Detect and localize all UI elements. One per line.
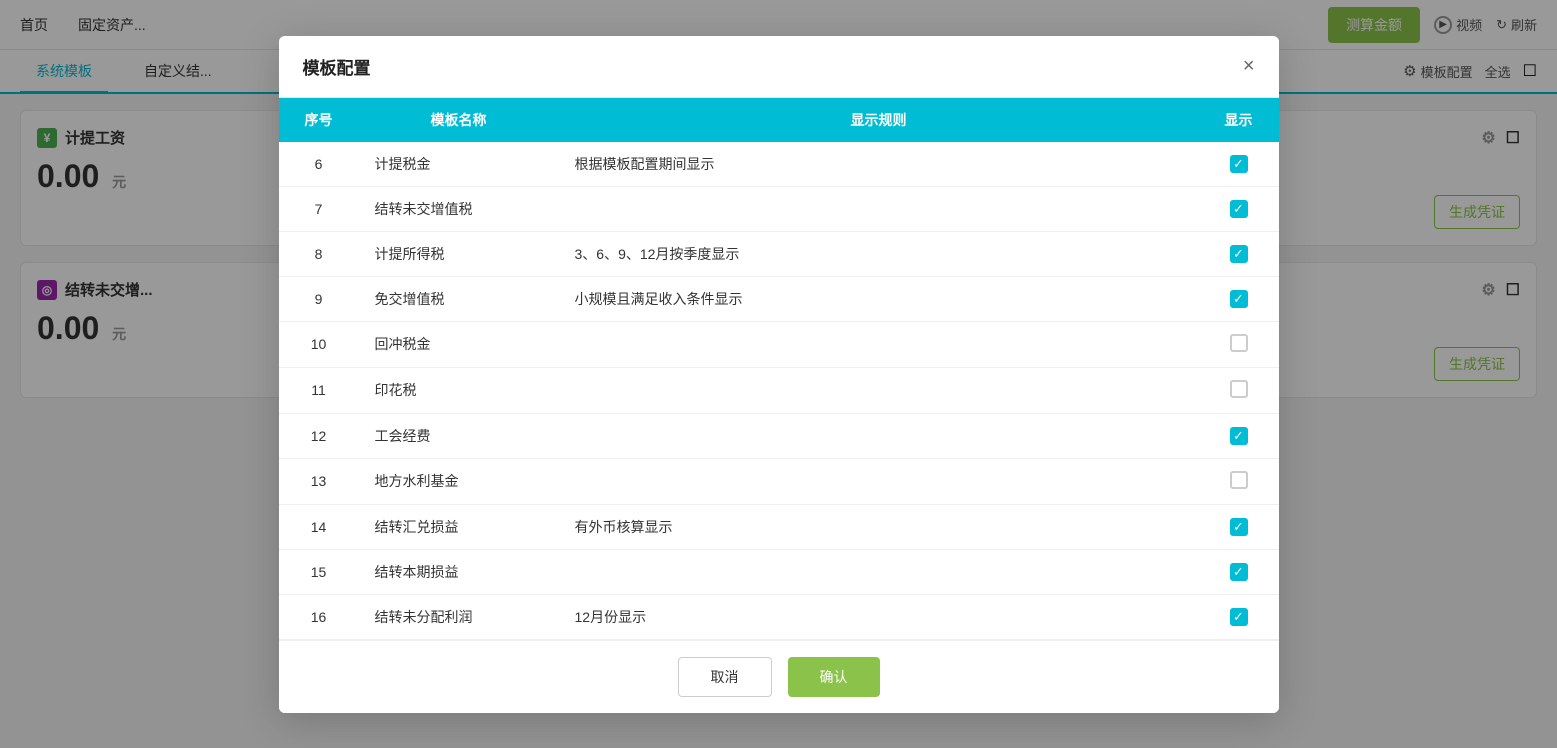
table-row: 13地方水利基金 — [279, 458, 1279, 504]
table-row: 6计提税金根据模板配置期间显示 — [279, 142, 1279, 187]
cell-no: 14 — [279, 504, 359, 549]
table-row: 7结转未交增值税 — [279, 186, 1279, 231]
cell-name: 回冲税金 — [359, 321, 559, 367]
row-checkbox[interactable] — [1230, 471, 1248, 489]
row-checkbox[interactable] — [1230, 290, 1248, 308]
cell-name: 计提税金 — [359, 142, 559, 187]
cell-no: 9 — [279, 276, 359, 321]
cell-checkbox — [1199, 458, 1279, 504]
col-header-rule: 显示规则 — [559, 98, 1199, 142]
col-header-name: 模板名称 — [359, 98, 559, 142]
cell-rule — [559, 413, 1199, 458]
cell-rule — [559, 321, 1199, 367]
cell-name: 工会经费 — [359, 413, 559, 458]
modal-title: 模板配置 — [303, 54, 371, 79]
config-table: 序号 模板名称 显示规则 显示 6计提税金根据模板配置期间显示7结转未交增值税8… — [279, 98, 1279, 640]
cell-checkbox — [1199, 276, 1279, 321]
cell-checkbox — [1199, 413, 1279, 458]
table-row: 10回冲税金 — [279, 321, 1279, 367]
cell-no: 12 — [279, 413, 359, 458]
row-checkbox[interactable] — [1230, 334, 1248, 352]
cell-rule: 根据模板配置期间显示 — [559, 142, 1199, 187]
cell-no: 16 — [279, 594, 359, 639]
modal-close-button[interactable]: × — [1243, 56, 1255, 76]
cell-rule — [559, 367, 1199, 413]
col-header-no: 序号 — [279, 98, 359, 142]
cell-no: 10 — [279, 321, 359, 367]
table-row: 15结转本期损益 — [279, 549, 1279, 594]
row-checkbox[interactable] — [1230, 380, 1248, 398]
row-checkbox[interactable] — [1230, 608, 1248, 626]
cell-no: 13 — [279, 458, 359, 504]
cell-checkbox — [1199, 549, 1279, 594]
cell-checkbox — [1199, 231, 1279, 276]
table-row: 16结转未分配利润12月份显示 — [279, 594, 1279, 639]
table-row: 11印花税 — [279, 367, 1279, 413]
cell-rule — [559, 458, 1199, 504]
col-header-display: 显示 — [1199, 98, 1279, 142]
cell-name: 结转未交增值税 — [359, 186, 559, 231]
cell-rule: 小规模且满足收入条件显示 — [559, 276, 1199, 321]
template-config-modal: 模板配置 × 序号 模板名称 显示规则 显示 6计提税金根据模板配置期间显示7结… — [279, 36, 1279, 713]
cell-checkbox — [1199, 321, 1279, 367]
cell-name: 结转本期损益 — [359, 549, 559, 594]
modal-overlay: 模板配置 × 序号 模板名称 显示规则 显示 6计提税金根据模板配置期间显示7结… — [0, 0, 1557, 748]
modal-footer: 取消 确认 — [279, 640, 1279, 713]
cell-rule — [559, 549, 1199, 594]
cell-no: 6 — [279, 142, 359, 187]
cell-name: 地方水利基金 — [359, 458, 559, 504]
cell-name: 计提所得税 — [359, 231, 559, 276]
table-header: 序号 模板名称 显示规则 显示 — [279, 98, 1279, 142]
cell-checkbox — [1199, 186, 1279, 231]
modal-body[interactable]: 序号 模板名称 显示规则 显示 6计提税金根据模板配置期间显示7结转未交增值税8… — [279, 98, 1279, 640]
modal-header: 模板配置 × — [279, 36, 1279, 98]
cell-checkbox — [1199, 142, 1279, 187]
cell-rule — [559, 186, 1199, 231]
cell-checkbox — [1199, 594, 1279, 639]
cell-checkbox — [1199, 367, 1279, 413]
cell-no: 15 — [279, 549, 359, 594]
cell-rule: 12月份显示 — [559, 594, 1199, 639]
table-row: 8计提所得税3、6、9、12月按季度显示 — [279, 231, 1279, 276]
cell-name: 印花税 — [359, 367, 559, 413]
cell-name: 结转未分配利润 — [359, 594, 559, 639]
row-checkbox[interactable] — [1230, 518, 1248, 536]
table-row: 14结转汇兑损益有外币核算显示 — [279, 504, 1279, 549]
confirm-button[interactable]: 确认 — [788, 657, 880, 697]
row-checkbox[interactable] — [1230, 427, 1248, 445]
row-checkbox[interactable] — [1230, 200, 1248, 218]
table-body: 6计提税金根据模板配置期间显示7结转未交增值税8计提所得税3、6、9、12月按季… — [279, 142, 1279, 640]
cell-rule: 3、6、9、12月按季度显示 — [559, 231, 1199, 276]
table-row: 9免交增值税小规模且满足收入条件显示 — [279, 276, 1279, 321]
cell-no: 7 — [279, 186, 359, 231]
row-checkbox[interactable] — [1230, 563, 1248, 581]
row-checkbox[interactable] — [1230, 245, 1248, 263]
row-checkbox[interactable] — [1230, 155, 1248, 173]
cancel-button[interactable]: 取消 — [678, 657, 772, 697]
cell-no: 8 — [279, 231, 359, 276]
cell-rule: 有外币核算显示 — [559, 504, 1199, 549]
cell-checkbox — [1199, 504, 1279, 549]
cell-no: 11 — [279, 367, 359, 413]
cell-name: 结转汇兑损益 — [359, 504, 559, 549]
table-row: 12工会经费 — [279, 413, 1279, 458]
cell-name: 免交增值税 — [359, 276, 559, 321]
